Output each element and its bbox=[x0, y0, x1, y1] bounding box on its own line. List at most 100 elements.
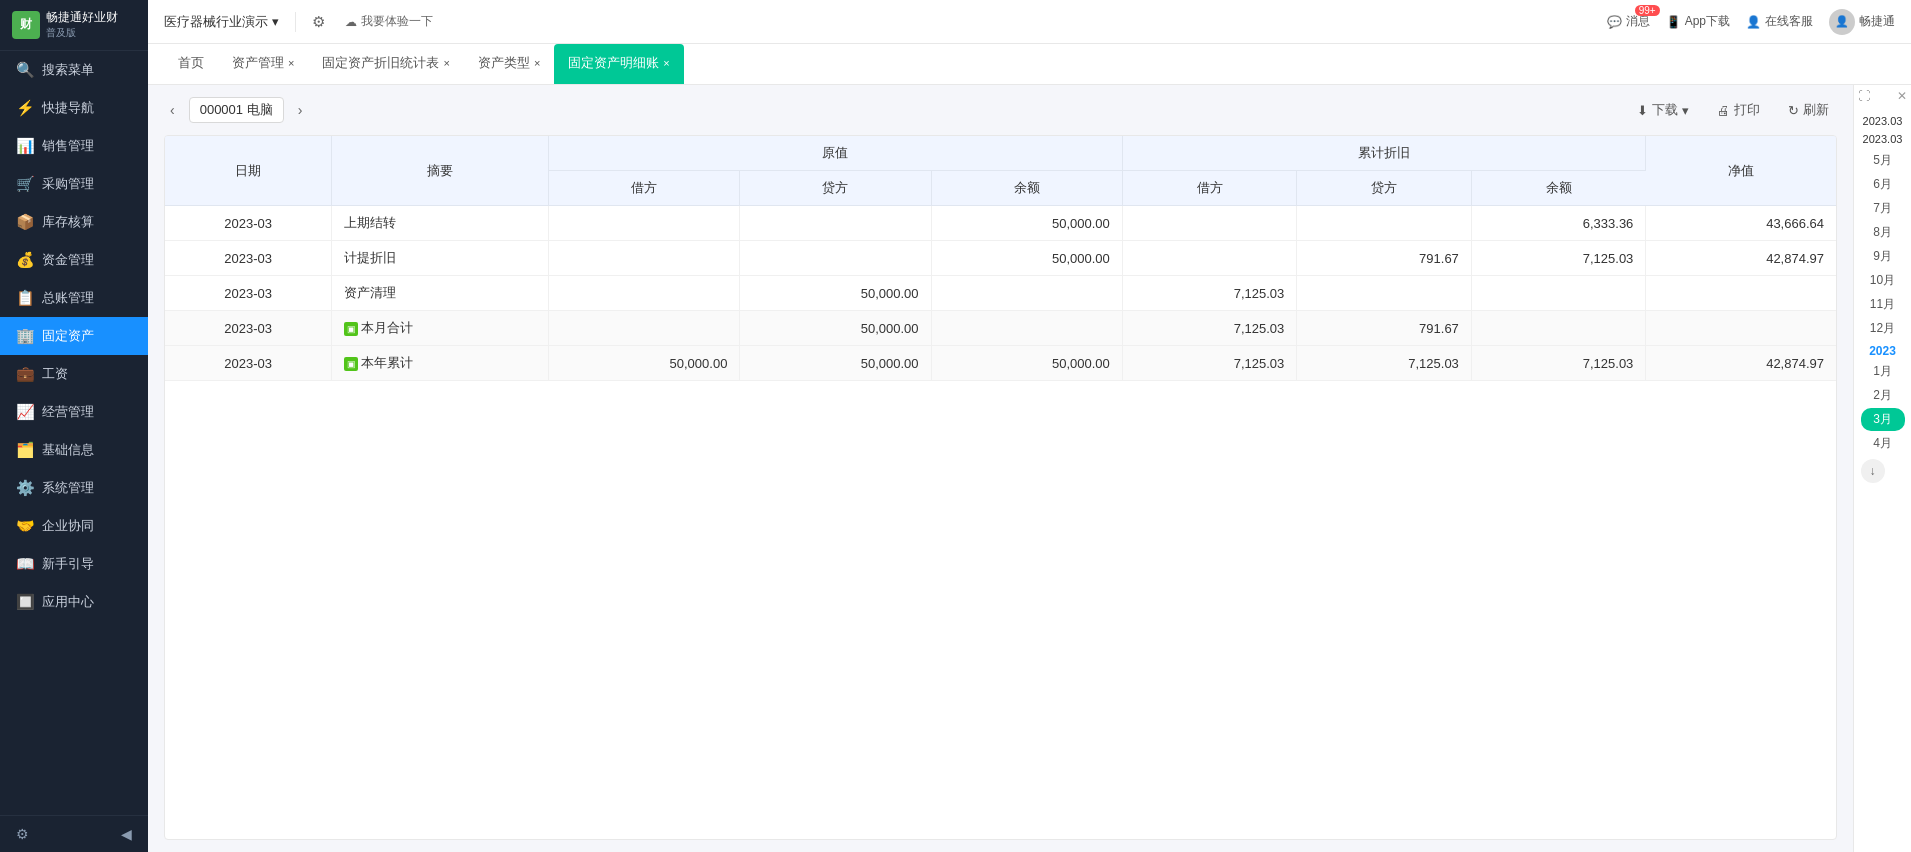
timeline-year-label: 2023 bbox=[1861, 344, 1905, 358]
customer-service-btn[interactable]: 👤 在线客服 bbox=[1746, 13, 1813, 30]
cell-summary: ▣本月合计 bbox=[332, 311, 549, 346]
timeline-month-3月[interactable]: 3月 bbox=[1861, 408, 1905, 431]
sidebar-item-system[interactable]: ⚙️ 系统管理 bbox=[0, 469, 148, 507]
timeline-section-month[interactable]: 9月 bbox=[1861, 245, 1905, 268]
tab-asset-detail[interactable]: 固定资产明细账 × bbox=[554, 44, 683, 84]
tab-depreciation-stats[interactable]: 固定资产折旧统计表× bbox=[308, 44, 463, 84]
timeline-section-month[interactable]: 11月 bbox=[1861, 293, 1905, 316]
user-menu-btn[interactable]: 👤 畅捷通 bbox=[1829, 9, 1895, 35]
tab-label-asset-type: 资产类型 bbox=[478, 54, 530, 72]
sidebar-icon-guide: 📖 bbox=[16, 555, 34, 573]
cell-date: 2023-03 bbox=[165, 206, 332, 241]
next-record-btn[interactable]: › bbox=[292, 100, 309, 120]
tab-close-asset-mgmt[interactable]: × bbox=[288, 57, 294, 69]
cell-dep-balance: 7,125.03 bbox=[1471, 241, 1646, 276]
cell-orig-balance: 50,000.00 bbox=[931, 206, 1122, 241]
th-orig-credit: 贷方 bbox=[740, 171, 931, 206]
sidebar-label-collab: 企业协同 bbox=[42, 517, 94, 535]
cell-orig-credit: 50,000.00 bbox=[740, 311, 931, 346]
sidebar-item-operations[interactable]: 📈 经营管理 bbox=[0, 393, 148, 431]
sidebar-item-finance[interactable]: 💰 资金管理 bbox=[0, 241, 148, 279]
cell-dep-balance bbox=[1471, 311, 1646, 346]
sidebar-item-salary[interactable]: 💼 工资 bbox=[0, 355, 148, 393]
timeline-close-btn[interactable]: ✕ bbox=[1897, 89, 1907, 103]
sidebar-label-fixed: 固定资产 bbox=[42, 327, 94, 345]
company-name: 医疗器械行业演示 bbox=[164, 13, 268, 31]
sidebar-item-ledger[interactable]: 📋 总账管理 bbox=[0, 279, 148, 317]
cell-dep-credit: 7,125.03 bbox=[1297, 346, 1472, 381]
timeline-down-btn[interactable]: ↓ bbox=[1861, 459, 1885, 483]
logo-text: 畅捷通好业财 bbox=[46, 10, 118, 26]
tab-asset-mgmt[interactable]: 资产管理× bbox=[218, 44, 308, 84]
tab-close-depreciation-stats[interactable]: × bbox=[443, 57, 449, 69]
table-row: 2023-03 计提折旧 50,000.00 791.67 7,125.03 4… bbox=[165, 241, 1836, 276]
notification-btn[interactable]: 💬 消息 99+ bbox=[1607, 13, 1650, 30]
sidebar-item-sales[interactable]: 📊 销售管理 bbox=[0, 127, 148, 165]
tab-home[interactable]: 首页 bbox=[164, 44, 218, 84]
timeline-section-month[interactable]: 12月 bbox=[1861, 317, 1905, 340]
th-net-value: 净值 bbox=[1646, 136, 1836, 206]
timeline-month-1月[interactable]: 1月 bbox=[1861, 360, 1905, 383]
experience-btn[interactable]: ☁ 我要体验一下 bbox=[345, 13, 433, 30]
timeline-section-month[interactable]: 7月 bbox=[1861, 197, 1905, 220]
cell-summary: 计提折旧 bbox=[332, 241, 549, 276]
sidebar-item-apps[interactable]: 🔲 应用中心 bbox=[0, 583, 148, 621]
prev-record-btn[interactable]: ‹ bbox=[164, 100, 181, 120]
refresh-btn[interactable]: ↻ 刷新 bbox=[1780, 97, 1837, 123]
timeline-section-month[interactable]: 6月 bbox=[1861, 173, 1905, 196]
sidebar-item-inventory[interactable]: 📦 库存核算 bbox=[0, 203, 148, 241]
tab-close-asset-type[interactable]: × bbox=[534, 57, 540, 69]
service-label: 在线客服 bbox=[1765, 13, 1813, 30]
timeline-expand-btn[interactable]: ⛶ bbox=[1858, 89, 1870, 103]
print-label: 打印 bbox=[1734, 101, 1760, 119]
timeline-section-month[interactable]: 8月 bbox=[1861, 221, 1905, 244]
service-icon: 👤 bbox=[1746, 15, 1761, 29]
sidebar-label-guide: 新手引导 bbox=[42, 555, 94, 573]
logo-icon: 财 bbox=[12, 11, 40, 39]
company-dropdown-icon: ▾ bbox=[272, 14, 279, 29]
tabs-bar: 首页资产管理×固定资产折旧统计表× 资产类型 × 固定资产明细账 × bbox=[148, 44, 1911, 85]
app-icon: 📱 bbox=[1666, 15, 1681, 29]
sidebar-item-basic[interactable]: 🗂️ 基础信息 bbox=[0, 431, 148, 469]
app-download-btn[interactable]: 📱 App下载 bbox=[1666, 13, 1730, 30]
refresh-icon: ↻ bbox=[1788, 103, 1799, 118]
table-row: 2023-03 ▣本年累计 50,000.00 50,000.00 50,000… bbox=[165, 346, 1836, 381]
sidebar-item-search[interactable]: 🔍 搜索菜单 bbox=[0, 51, 148, 89]
timeline-month-4月[interactable]: 4月 bbox=[1861, 432, 1905, 455]
sidebar-label-inventory: 库存核算 bbox=[42, 213, 94, 231]
cell-date: 2023-03 bbox=[165, 241, 332, 276]
timeline-month-2月[interactable]: 2月 bbox=[1861, 384, 1905, 407]
timeline-section-month[interactable]: 10月 bbox=[1861, 269, 1905, 292]
sidebar-item-quicknav[interactable]: ⚡ 快捷导航 bbox=[0, 89, 148, 127]
topbar-settings-icon[interactable]: ⚙ bbox=[312, 13, 325, 31]
settings-icon[interactable]: ⚙ bbox=[16, 826, 29, 842]
sidebar-label-system: 系统管理 bbox=[42, 479, 94, 497]
download-btn[interactable]: ⬇ 下载 ▾ bbox=[1629, 97, 1697, 123]
tab-close-asset-detail[interactable]: × bbox=[663, 57, 669, 69]
sidebar-label-salary: 工资 bbox=[42, 365, 68, 383]
cell-dep-debit: 7,125.03 bbox=[1122, 276, 1297, 311]
company-selector[interactable]: 医疗器械行业演示 ▾ bbox=[164, 13, 279, 31]
tab-label-home: 首页 bbox=[178, 54, 204, 72]
sidebar-item-collab[interactable]: 🤝 企业协同 bbox=[0, 507, 148, 545]
summary-icon: ▣ bbox=[344, 322, 358, 336]
sidebar-label-quicknav: 快捷导航 bbox=[42, 99, 94, 117]
tab-asset-type[interactable]: 资产类型 × bbox=[464, 44, 554, 84]
asset-detail-table: 日期 摘要 原值 累计折旧 净值 借方 贷方 余额 借方 贷方 余额 bbox=[165, 136, 1836, 381]
download-label: 下载 bbox=[1652, 101, 1678, 119]
record-nav: ‹ 000001 电脑 › ⬇ 下载 ▾ 🖨 打印 ↻ 刷新 bbox=[164, 97, 1837, 123]
print-btn[interactable]: 🖨 打印 bbox=[1709, 97, 1768, 123]
sidebar-icon-system: ⚙️ bbox=[16, 479, 34, 497]
sidebar-item-guide[interactable]: 📖 新手引导 bbox=[0, 545, 148, 583]
collapse-icon[interactable]: ◀ bbox=[121, 826, 132, 842]
timeline-section-month[interactable]: 5月 bbox=[1861, 149, 1905, 172]
table-row: 2023-03 ▣本月合计 50,000.00 7,125.03 791.67 bbox=[165, 311, 1836, 346]
cell-orig-credit: 50,000.00 bbox=[740, 276, 931, 311]
cell-net-value: 43,666.64 bbox=[1646, 206, 1836, 241]
topbar-right: 💬 消息 99+ 📱 App下载 👤 在线客服 👤 畅捷通 bbox=[1607, 9, 1895, 35]
tab-label-asset-detail: 固定资产明细账 bbox=[568, 54, 659, 72]
th-dep-balance: 余额 bbox=[1471, 171, 1646, 206]
sidebar-item-purchase[interactable]: 🛒 采购管理 bbox=[0, 165, 148, 203]
sidebar-item-fixed[interactable]: 🏢 固定资产 bbox=[0, 317, 148, 355]
notification-icon: 💬 bbox=[1607, 15, 1622, 29]
